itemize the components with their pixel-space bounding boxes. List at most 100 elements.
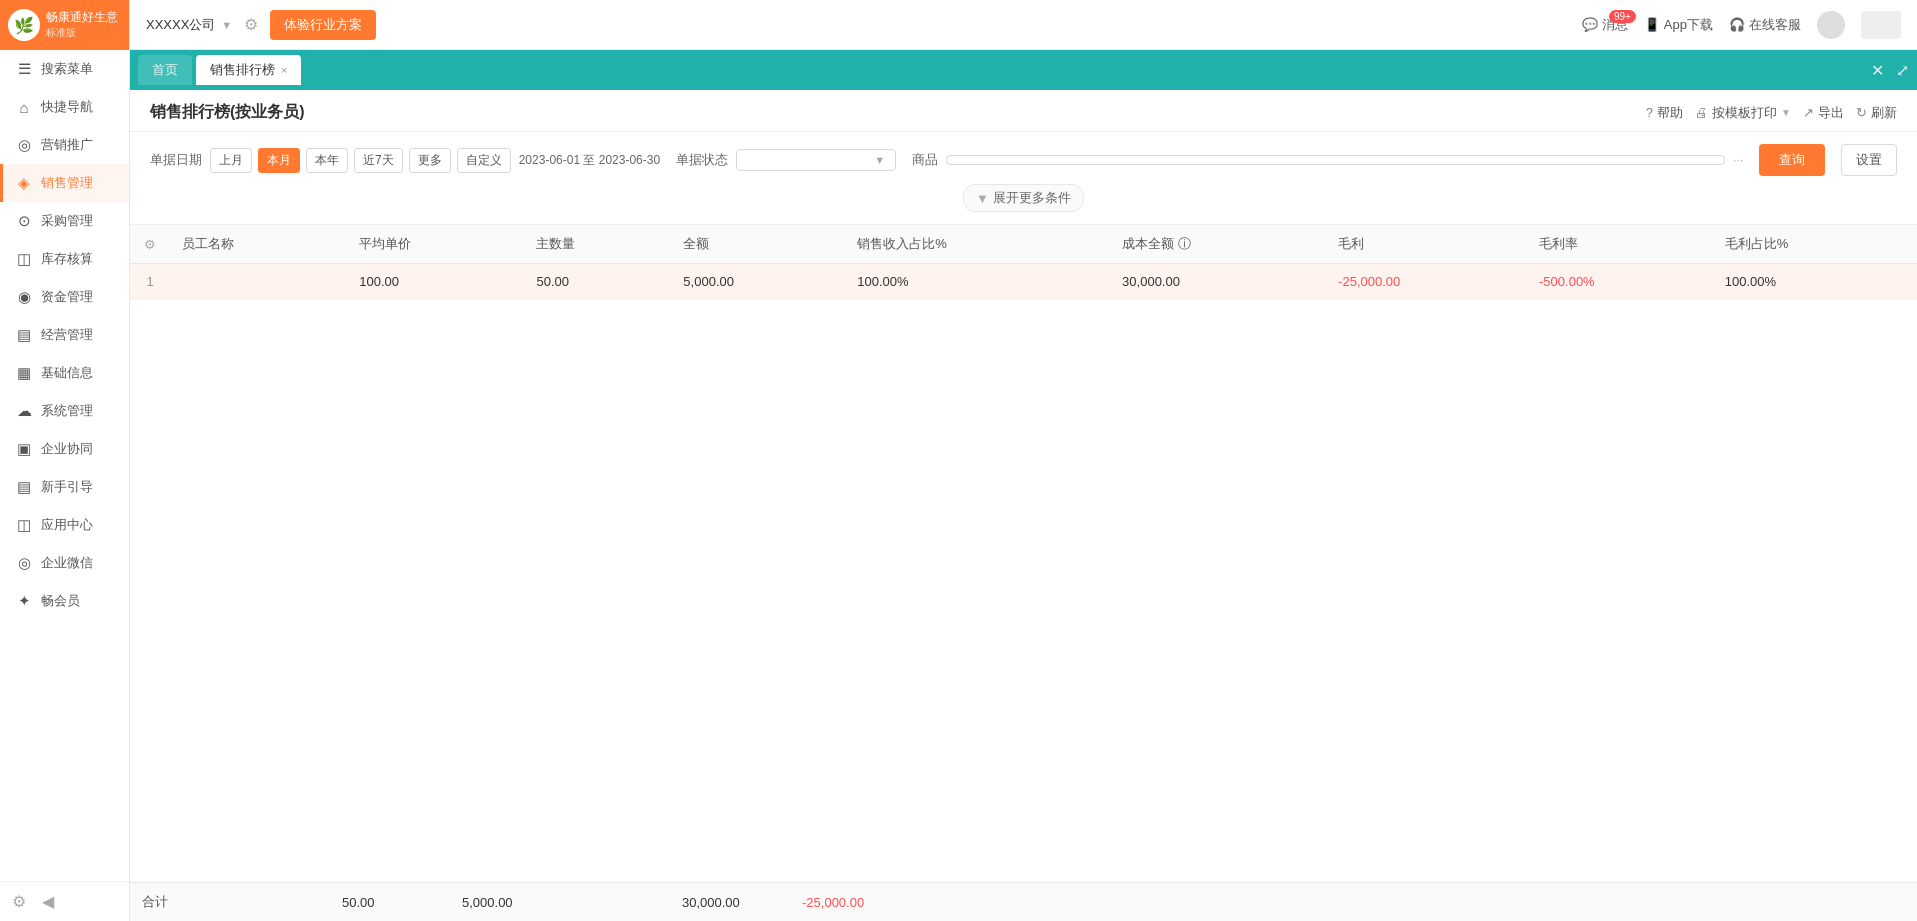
page-header: 销售排行榜(按业务员) ? 帮助 🖨 按模板打印 ▼ ↗ 导出 ↻ 刷新 <box>130 90 1917 132</box>
refresh-icon: ↻ <box>1856 105 1867 120</box>
cell-qty: 50.00 <box>524 264 671 300</box>
sidebar-item-label: 系统管理 <box>41 402 93 420</box>
megaphone-icon: ◎ <box>15 136 33 154</box>
tab-home[interactable]: 首页 <box>138 55 192 85</box>
online-service-label: 在线客服 <box>1749 16 1801 34</box>
header-settings-icon[interactable]: ⚙ <box>244 15 258 34</box>
headset-icon: 🎧 <box>1729 17 1745 32</box>
sidebar-item-inventory[interactable]: ◫ 库存核算 <box>0 240 129 278</box>
table-body: 1 100.00 50.00 5,000.00 100.00% 30,000.0… <box>130 264 1917 300</box>
sidebar-item-basic[interactable]: ▦ 基础信息 <box>0 354 129 392</box>
active-tab-label: 销售排行榜 <box>210 61 275 79</box>
phone-icon: 📱 <box>1644 17 1660 32</box>
this-month-btn[interactable]: 本月 <box>258 148 300 173</box>
table-footer: 合计 50.00 5,000.00 30,000.00 -25,000.00 <box>130 882 1917 921</box>
trial-button[interactable]: 体验行业方案 <box>270 10 376 40</box>
table-header: ⚙ 员工名称 平均单价 主数量 全额 销售收入占比% 成本全额 ⓘ 毛利 毛利率… <box>130 225 1917 264</box>
app-download-item[interactable]: 📱 App下载 <box>1644 16 1713 34</box>
th-gross-ratio: 毛利占比% <box>1713 225 1917 264</box>
sidebar-item-member[interactable]: ✦ 畅会员 <box>0 582 129 620</box>
company-name: XXXXX公司 <box>146 16 215 34</box>
filter-area: 单据日期 上月 本月 本年 近7天 更多 自定义 2023-06-01 至 20… <box>130 132 1917 225</box>
tab-bar: 首页 销售排行榜 × ✕ ⤢ <box>130 50 1917 90</box>
cell-gross-ratio: 100.00% <box>1713 264 1917 300</box>
sidebar-item-system[interactable]: ☁ 系统管理 <box>0 392 129 430</box>
column-settings-icon[interactable]: ⚙ <box>144 237 156 252</box>
status-chevron-icon: ▼ <box>874 154 885 166</box>
sidebar-item-marketing[interactable]: ◎ 营销推广 <box>0 126 129 164</box>
query-button[interactable]: 查询 <box>1759 144 1825 176</box>
template-print-label: 按模板打印 <box>1712 104 1777 122</box>
sidebar-item-label: 企业微信 <box>41 554 93 572</box>
goods-select[interactable] <box>946 155 1725 165</box>
last-month-btn[interactable]: 上月 <box>210 148 252 173</box>
sidebar-item-wechat[interactable]: ◎ 企业微信 <box>0 544 129 582</box>
sidebar-item-label: 采购管理 <box>41 212 93 230</box>
sidebar-item-enterprise[interactable]: ▣ 企业协同 <box>0 430 129 468</box>
expand-more-button[interactable]: ▼ 展开更多条件 <box>963 184 1084 212</box>
footer-qty: 50.00 <box>342 895 442 910</box>
message-badge: 99+ <box>1609 10 1636 23</box>
th-gross: 毛利 <box>1326 225 1527 264</box>
status-select[interactable]: ▼ <box>736 149 896 171</box>
custom-date-btn[interactable]: 自定义 <box>457 148 511 173</box>
sidebar-item-label: 基础信息 <box>41 364 93 382</box>
sidebar-item-purchase[interactable]: ⊙ 采购管理 <box>0 202 129 240</box>
footer-gross: -25,000.00 <box>802 895 902 910</box>
message-item[interactable]: 💬 消息 99+ <box>1582 16 1628 34</box>
th-gross-rate: 毛利率 <box>1527 225 1713 264</box>
refresh-label: 刷新 <box>1871 104 1897 122</box>
sidebar-item-sales[interactable]: ◈ 销售管理 <box>0 164 129 202</box>
member-icon: ✦ <box>15 592 33 610</box>
avatar[interactable] <box>1817 11 1845 39</box>
cell-cost: 30,000.00 <box>1110 264 1326 300</box>
date-range-display: 2023-06-01 至 2023-06-30 <box>519 152 660 169</box>
more-date-btn[interactable]: 更多 <box>409 148 451 173</box>
filter-more-icon[interactable]: ··· <box>1733 153 1743 167</box>
collapse-icon[interactable]: ◀ <box>42 892 54 911</box>
settings-bottom-icon[interactable]: ⚙ <box>12 892 26 911</box>
sidebar-item-guide[interactable]: ▤ 新手引导 <box>0 468 129 506</box>
last7days-btn[interactable]: 近7天 <box>354 148 403 173</box>
status-filter-group: 单据状态 ▼ <box>676 149 896 171</box>
date-filter-label: 单据日期 <box>150 151 202 169</box>
cell-rank: 1 <box>130 264 170 300</box>
sidebar-item-shortcut[interactable]: ⌂ 快捷导航 <box>0 88 129 126</box>
chevron-down-icon: ▼ <box>221 19 232 31</box>
date-filter-buttons: 上月 本月 本年 近7天 更多 自定义 <box>210 148 511 173</box>
footer-cost: 30,000.00 <box>682 895 782 910</box>
company-selector[interactable]: XXXXX公司 ▼ <box>146 16 232 34</box>
sidebar-item-finance[interactable]: ◉ 资金管理 <box>0 278 129 316</box>
appstore-icon: ◫ <box>15 516 33 534</box>
wechat-icon: ◎ <box>15 554 33 572</box>
table-row: 1 100.00 50.00 5,000.00 100.00% 30,000.0… <box>130 264 1917 300</box>
template-print-button[interactable]: 🖨 按模板打印 ▼ <box>1695 104 1791 122</box>
export-label: 导出 <box>1818 104 1844 122</box>
help-label: 帮助 <box>1657 104 1683 122</box>
logo-text-block: 畅康通好生意 标准版 <box>46 10 118 40</box>
logo-title: 畅康通好生意 <box>46 10 118 26</box>
this-year-btn[interactable]: 本年 <box>306 148 348 173</box>
home-icon: ⌂ <box>15 99 33 116</box>
tab-expand-icon[interactable]: ⤢ <box>1896 61 1909 80</box>
online-service-item[interactable]: 🎧 在线客服 <box>1729 16 1801 34</box>
goods-filter-label: 商品 <box>912 151 938 169</box>
th-qty: 主数量 <box>524 225 671 264</box>
sidebar-item-search[interactable]: ☰ 搜索菜单 <box>0 50 129 88</box>
tab-close-icon[interactable]: × <box>281 64 287 76</box>
sidebar-item-label: 搜索菜单 <box>41 60 93 78</box>
sidebar-item-label: 经营管理 <box>41 326 93 344</box>
sidebar-item-appstore[interactable]: ◫ 应用中心 <box>0 506 129 544</box>
sidebar-item-label: 销售管理 <box>41 174 93 192</box>
cell-sales-ratio: 100.00% <box>845 264 1110 300</box>
tab-sales-ranking[interactable]: 销售排行榜 × <box>196 55 301 85</box>
header-right: 💬 消息 99+ 📱 App下载 🎧 在线客服 <box>1582 11 1901 39</box>
sidebar-item-operation[interactable]: ▤ 经营管理 <box>0 316 129 354</box>
export-button[interactable]: ↗ 导出 <box>1803 104 1844 122</box>
help-button[interactable]: ? 帮助 <box>1646 104 1683 122</box>
tab-close-window-icon[interactable]: ✕ <box>1871 61 1884 80</box>
cell-employee <box>170 264 347 300</box>
refresh-button[interactable]: ↻ 刷新 <box>1856 104 1897 122</box>
main-area: XXXXX公司 ▼ ⚙ 体验行业方案 💬 消息 99+ 📱 App下载 🎧 在线… <box>130 0 1917 921</box>
filter-settings-button[interactable]: 设置 <box>1841 144 1897 176</box>
